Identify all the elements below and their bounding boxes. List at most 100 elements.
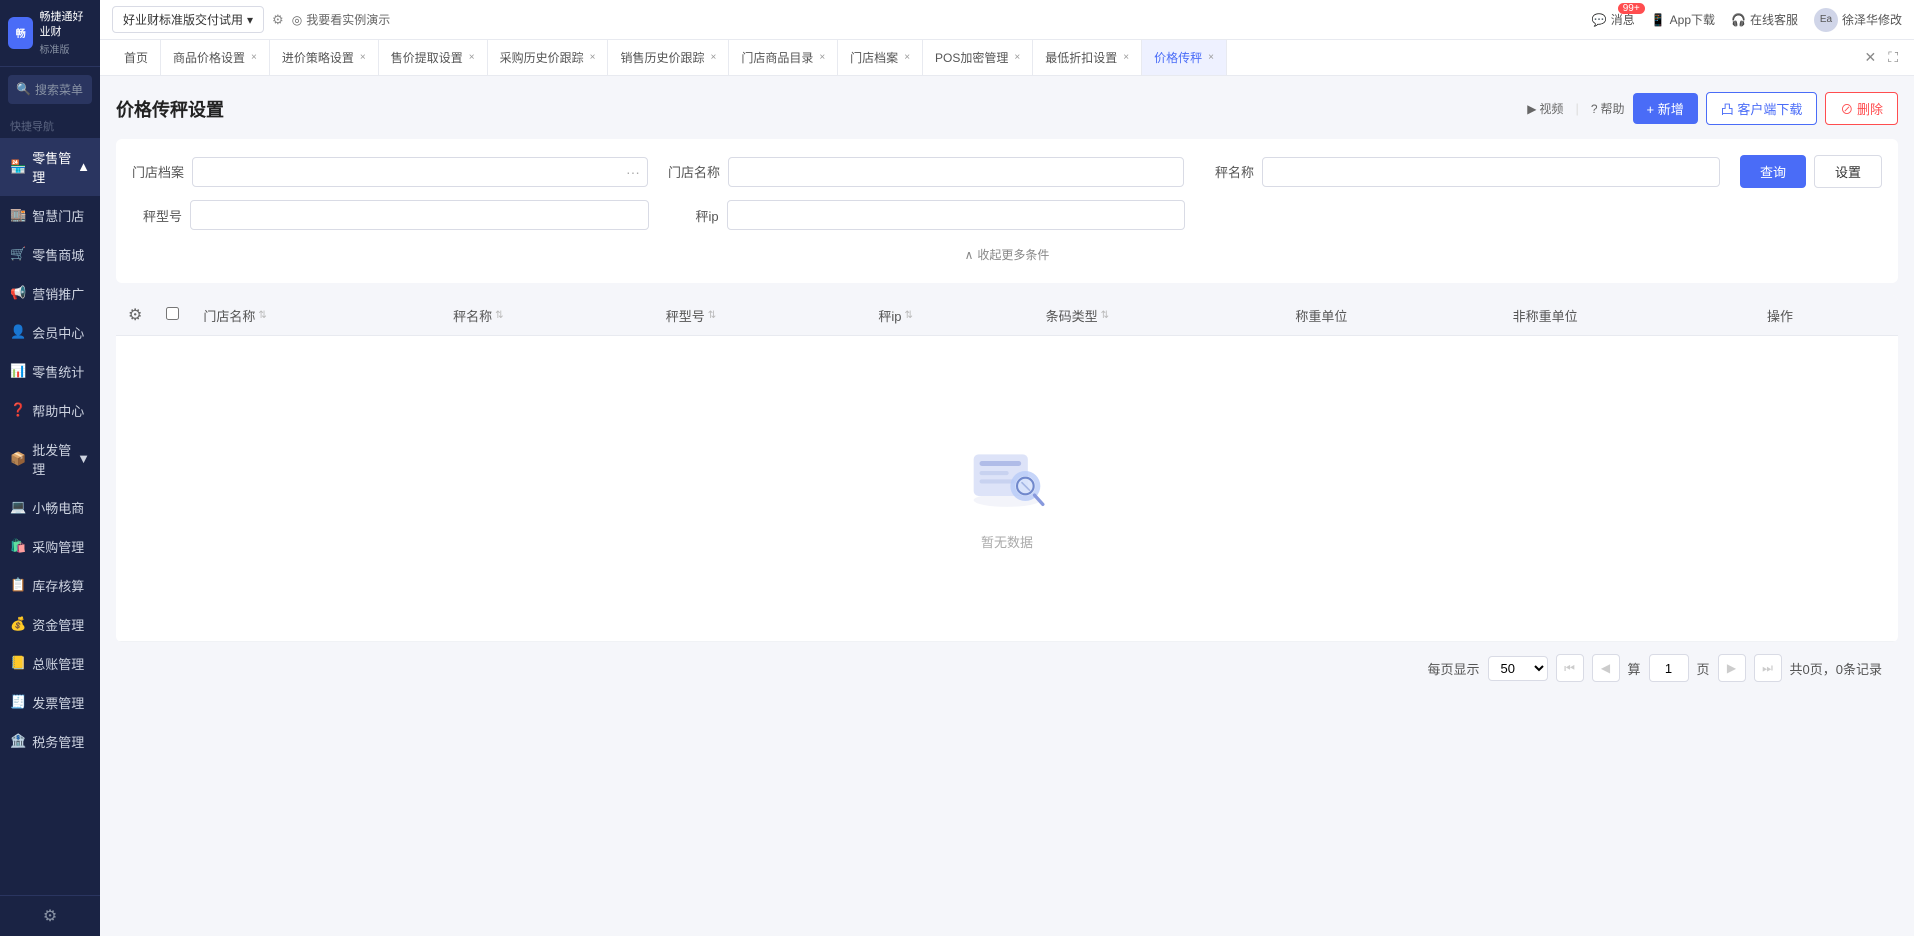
- tab-close-min-discount[interactable]: ×: [1123, 52, 1129, 63]
- settings-button[interactable]: ⚙: [272, 12, 284, 28]
- per-page-select[interactable]: 50 10 20 100: [1488, 656, 1548, 681]
- sidebar-item-general-ledger[interactable]: 📒 总账管理: [0, 644, 100, 683]
- tab-price-scale[interactable]: 价格传秤 ×: [1142, 40, 1227, 76]
- tab-store-catalog[interactable]: 门店商品目录 ×: [729, 40, 838, 76]
- tab-close-purchase-strategy[interactable]: ×: [360, 52, 366, 63]
- user-menu[interactable]: Ea 徐泽华修改: [1814, 8, 1902, 32]
- demo-link[interactable]: ◎ 我要看实例演示: [292, 11, 391, 28]
- sort-scale-ip-icon[interactable]: ⇅: [905, 310, 913, 321]
- store-name-input[interactable]: [728, 157, 1184, 187]
- sidebar-item-inventory[interactable]: 📋 库存核算: [0, 566, 100, 605]
- per-page-label: 每页显示: [1427, 659, 1479, 678]
- tab-close-store-catalog[interactable]: ×: [819, 52, 825, 63]
- sidebar-item-retail-mall[interactable]: 🛒 零售商城: [0, 235, 100, 274]
- message-button[interactable]: 💬 消息 99+: [1592, 11, 1635, 28]
- tab-purchase-history[interactable]: 采购历史价跟踪 ×: [488, 40, 609, 76]
- form-item-store-file: 门店档案 ···: [132, 157, 648, 187]
- more-icon[interactable]: ···: [626, 164, 640, 180]
- download-button[interactable]: 凸 客户端下载: [1706, 92, 1818, 125]
- sort-store-name-icon[interactable]: ⇅: [258, 310, 266, 321]
- last-page-button[interactable]: ⏭: [1754, 654, 1782, 682]
- help-circle-icon: ?: [1591, 102, 1598, 116]
- empty-state-cell: 暂无数据: [116, 336, 1898, 642]
- tax-icon: 🏦: [10, 733, 26, 749]
- sidebar-item-help[interactable]: ❓ 帮助中心: [0, 391, 100, 430]
- tab-close-price-scale[interactable]: ×: [1208, 52, 1214, 63]
- tab-close-pos-manage[interactable]: ×: [1014, 52, 1020, 63]
- empty-state: 暂无数据: [128, 346, 1886, 631]
- store-file-input[interactable]: [192, 157, 648, 187]
- prev-page-button[interactable]: ◀: [1592, 654, 1620, 682]
- scale-model-input[interactable]: [190, 200, 649, 230]
- tab-close-purchase-history[interactable]: ×: [590, 52, 596, 63]
- page-title: 价格传秤设置: [116, 96, 224, 122]
- sidebar-item-marketing[interactable]: 📢 营销推广: [0, 274, 100, 313]
- table-gear-icon[interactable]: ⚙: [128, 307, 142, 324]
- sort-scale-model-icon[interactable]: ⇅: [708, 310, 716, 321]
- tab-sale-extract[interactable]: 售价提取设置 ×: [379, 40, 488, 76]
- sidebar-bottom: ⚙: [0, 895, 100, 936]
- tab-close-sale-extract[interactable]: ×: [469, 52, 475, 63]
- search-menu-button[interactable]: 🔍 搜索菜单: [8, 75, 92, 104]
- form-row-2: 秤型号 秤ip: [132, 200, 1882, 230]
- sidebar-item-ecommerce[interactable]: 💻 小畅电商: [0, 488, 100, 527]
- help-link[interactable]: ? 帮助: [1591, 100, 1625, 117]
- tab-min-discount[interactable]: 最低折扣设置 ×: [1033, 40, 1142, 76]
- tab-close-store-file[interactable]: ×: [904, 52, 910, 63]
- page-number-input[interactable]: [1649, 654, 1689, 682]
- th-scale-model: 秤型号 ⇅: [654, 295, 867, 336]
- sort-scale-name-icon[interactable]: ⇅: [495, 310, 503, 321]
- add-button[interactable]: + 新增: [1633, 93, 1698, 124]
- inventory-icon: 📋: [10, 577, 26, 593]
- th-store-name: 门店名称 ⇅: [191, 295, 441, 336]
- first-page-button[interactable]: ⏮: [1556, 654, 1584, 682]
- tab-purchase-strategy[interactable]: 进价策略设置 ×: [270, 40, 379, 76]
- sort-barcode-type-icon[interactable]: ⇅: [1101, 310, 1109, 321]
- sidebar-item-member[interactable]: 👤 会员中心: [0, 313, 100, 352]
- chevron-down-icon: ▼: [77, 451, 90, 466]
- sidebar-item-wholesale[interactable]: 📦 批发管理 ▼: [0, 430, 100, 488]
- form-item-scale-name: 秤名称: [1204, 157, 1720, 187]
- video-icon: ▶: [1527, 102, 1536, 116]
- scale-name-label: 秤名称: [1204, 162, 1254, 181]
- scale-ip-input[interactable]: [727, 200, 1186, 230]
- tab-store-file[interactable]: 门店档案 ×: [838, 40, 923, 76]
- tab-price-setting[interactable]: 商品价格设置 ×: [161, 40, 270, 76]
- video-link[interactable]: ▶ 视频: [1527, 100, 1563, 117]
- th-barcode-type: 条码类型 ⇅: [1034, 295, 1284, 336]
- tab-pos-manage[interactable]: POS加密管理 ×: [923, 40, 1033, 76]
- content-area: 价格传秤设置 ▶ 视频 | ? 帮助 + 新增 凸 客户端下载 ⊘: [100, 76, 1914, 936]
- sidebar-item-invoice[interactable]: 🧾 发票管理: [0, 683, 100, 722]
- tab-close-sales-history[interactable]: ×: [710, 52, 716, 63]
- sidebar-item-smart-store[interactable]: 🏬 智慧门店: [0, 196, 100, 235]
- sidebar-item-retail-stats[interactable]: 📊 零售统计: [0, 352, 100, 391]
- set-button[interactable]: 设置: [1814, 155, 1882, 188]
- delete-button[interactable]: ⊘ 删除: [1825, 92, 1898, 125]
- page-label: 算: [1628, 659, 1641, 678]
- sidebar-item-purchase[interactable]: 🛍️ 采购管理: [0, 527, 100, 566]
- tab-sales-history[interactable]: 销售历史价跟踪 ×: [608, 40, 729, 76]
- app-download-button[interactable]: 📱 App下载: [1651, 11, 1715, 28]
- collapse-button[interactable]: ∧ 收起更多条件: [955, 242, 1060, 267]
- form-row-1: 门店档案 ··· 门店名称 秤名称 查询: [132, 155, 1882, 188]
- scale-name-input[interactable]: [1262, 157, 1720, 187]
- query-button[interactable]: 查询: [1740, 155, 1806, 188]
- online-service-button[interactable]: 🎧 在线客服: [1731, 11, 1798, 28]
- version-selector[interactable]: 好业财标准版交付试用 ▾: [112, 6, 264, 33]
- settings-gear-icon[interactable]: ⚙: [43, 906, 57, 926]
- maximize-tab-button[interactable]: ⛶: [1884, 47, 1902, 68]
- form-item-scale-model: 秤型号: [132, 200, 649, 230]
- sidebar-item-tax[interactable]: 🏦 税务管理: [0, 722, 100, 761]
- ledger-icon: 📒: [10, 655, 26, 671]
- sidebar-search-area[interactable]: 🔍 搜索菜单: [0, 67, 100, 112]
- th-gear: ⚙: [116, 295, 154, 336]
- tabs-control: ✕ ⛶: [1860, 47, 1902, 68]
- tab-home[interactable]: 首页: [112, 40, 161, 76]
- tab-close-price-setting[interactable]: ×: [251, 52, 257, 63]
- sidebar-item-retail[interactable]: 🏪 零售管理 ▲: [0, 138, 100, 196]
- next-page-button[interactable]: ▶: [1718, 654, 1746, 682]
- topbar: 好业财标准版交付试用 ▾ ⚙ ◎ 我要看实例演示 💬 消息 99+ 📱 App下…: [100, 0, 1914, 40]
- sidebar-item-finance[interactable]: 💰 资金管理: [0, 605, 100, 644]
- close-tab-button[interactable]: ✕: [1860, 47, 1880, 68]
- select-all-checkbox[interactable]: [166, 307, 179, 320]
